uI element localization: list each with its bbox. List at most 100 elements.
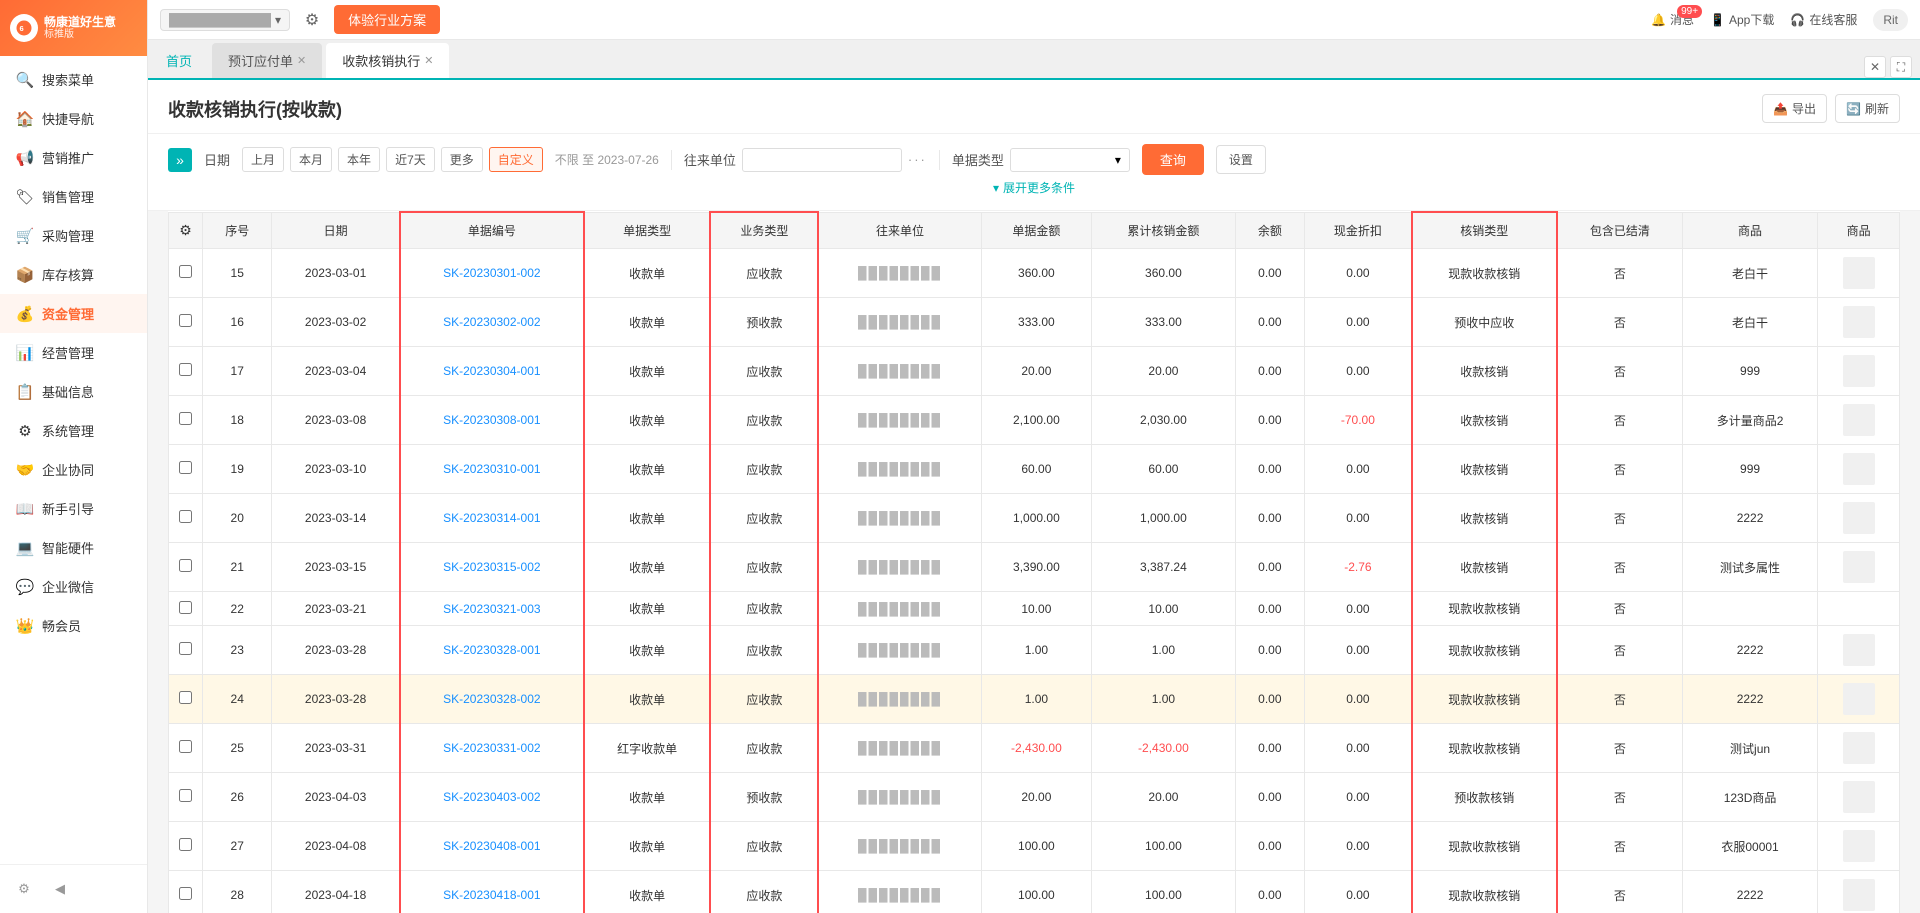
sidebar-item-guide[interactable]: 📖 新手引导: [0, 489, 147, 528]
row-product2: [1818, 871, 1900, 913]
date-last7[interactable]: 近7天: [386, 147, 435, 172]
date-more[interactable]: 更多: [441, 147, 483, 172]
row-bill-no[interactable]: SK-20230331-002: [400, 724, 584, 773]
sidebar-item-operation[interactable]: 📊 经营管理: [0, 333, 147, 372]
table-row[interactable]: 24 2023-03-28 SK-20230328-002 收款单 应收款 ██…: [169, 675, 1900, 724]
app-download-btn[interactable]: 📱 App下载: [1710, 11, 1774, 28]
sidebar-item-wechat[interactable]: 💬 企业微信: [0, 567, 147, 606]
row-bill-no[interactable]: SK-20230310-001: [400, 445, 584, 494]
row-checkbox[interactable]: [169, 249, 203, 298]
sidebar-item-inventory[interactable]: 📦 库存核算: [0, 255, 147, 294]
filter-settings-btn[interactable]: 设置: [1216, 145, 1266, 174]
sidebar-item-sales[interactable]: 🏷 销售管理: [0, 177, 147, 216]
export-btn[interactable]: 📤 导出: [1762, 94, 1827, 123]
table-row[interactable]: 17 2023-03-04 SK-20230304-001 收款单 应收款 ██…: [169, 347, 1900, 396]
row-bill-no[interactable]: SK-20230328-001: [400, 626, 584, 675]
sidebar-item-finance[interactable]: 💰 资金管理: [0, 294, 147, 333]
row-bill-no[interactable]: SK-20230408-001: [400, 822, 584, 871]
table-row[interactable]: 22 2023-03-21 SK-20230321-003 收款单 应收款 ██…: [169, 592, 1900, 626]
settings-bottom-icon[interactable]: ⚙: [10, 875, 38, 903]
row-checkbox[interactable]: [169, 773, 203, 822]
sidebar-item-quick-nav[interactable]: 🏠 快捷导航: [0, 99, 147, 138]
row-checkbox[interactable]: [169, 298, 203, 347]
online-service-btn[interactable]: 🎧 在线客服: [1790, 11, 1857, 28]
row-bill-no[interactable]: SK-20230403-002: [400, 773, 584, 822]
row-checkbox[interactable]: [169, 724, 203, 773]
collapse-icon[interactable]: ◀: [46, 875, 74, 903]
inventory-icon: 📦: [16, 266, 34, 284]
row-checkbox[interactable]: [169, 347, 203, 396]
row-cancel-type: 现款收款核销: [1412, 871, 1557, 913]
table-row[interactable]: 23 2023-03-28 SK-20230328-001 收款单 应收款 ██…: [169, 626, 1900, 675]
table-row[interactable]: 15 2023-03-01 SK-20230301-002 收款单 应收款 ██…: [169, 249, 1900, 298]
sidebar-item-system[interactable]: ⚙ 系统管理: [0, 411, 147, 450]
table-row[interactable]: 26 2023-04-03 SK-20230403-002 收款单 预收款 ██…: [169, 773, 1900, 822]
row-checkbox[interactable]: [169, 396, 203, 445]
row-checkbox[interactable]: [169, 626, 203, 675]
row-partner: ████████: [818, 543, 981, 592]
date-prev-month[interactable]: 上月: [242, 147, 284, 172]
nav-tabs: 首页 预订应付单 ✕ 收款核销执行 ✕ ✕ ⛶: [148, 40, 1920, 80]
table-container[interactable]: ⚙ 序号 日期 单据编号 单据类型 业务类型 往来单位 单据金额 累计核销金额 …: [148, 211, 1920, 913]
row-checkbox[interactable]: [169, 543, 203, 592]
tab-payable[interactable]: 预订应付单 ✕: [212, 43, 322, 78]
expand-conditions-btn[interactable]: ▾ 展开更多条件: [993, 179, 1075, 196]
tab-close-ctrl[interactable]: ✕: [1864, 56, 1886, 78]
row-bill-no[interactable]: SK-20230314-001: [400, 494, 584, 543]
tab-receipt[interactable]: 收款核销执行 ✕: [326, 43, 449, 78]
tab-receipt-close[interactable]: ✕: [424, 54, 433, 67]
table-row[interactable]: 27 2023-04-08 SK-20230408-001 收款单 应收款 ██…: [169, 822, 1900, 871]
row-bill-amount: 2,100.00: [981, 396, 1092, 445]
row-cash-discount: 0.00: [1305, 592, 1412, 626]
row-checkbox[interactable]: [169, 592, 203, 626]
row-product: 999: [1682, 347, 1817, 396]
row-bill-no[interactable]: SK-20230328-002: [400, 675, 584, 724]
row-bill-no[interactable]: SK-20230308-001: [400, 396, 584, 445]
notification-btn[interactable]: 🔔 消息 99+: [1651, 11, 1694, 28]
workspace-selector[interactable]: ████████████ ▾: [160, 9, 290, 31]
sidebar-item-corp[interactable]: 🤝 企业协同: [0, 450, 147, 489]
sidebar-item-basic[interactable]: 📋 基础信息: [0, 372, 147, 411]
row-bill-no[interactable]: SK-20230418-001: [400, 871, 584, 913]
tab-maximize-ctrl[interactable]: ⛶: [1890, 56, 1912, 78]
date-this-month[interactable]: 本月: [290, 147, 332, 172]
date-this-year[interactable]: 本年: [338, 147, 380, 172]
row-checkbox[interactable]: [169, 494, 203, 543]
row-bill-no[interactable]: SK-20230321-003: [400, 592, 584, 626]
row-checkbox[interactable]: [169, 822, 203, 871]
bill-type-select[interactable]: ▾: [1010, 148, 1130, 172]
table-row[interactable]: 21 2023-03-15 SK-20230315-002 收款单 应收款 ██…: [169, 543, 1900, 592]
table-row[interactable]: 25 2023-03-31 SK-20230331-002 红字收款单 应收款 …: [169, 724, 1900, 773]
sidebar-item-member[interactable]: 👑 畅会员: [0, 606, 147, 645]
partner-input[interactable]: [742, 148, 902, 172]
sidebar-item-purchase[interactable]: 🛒 采购管理: [0, 216, 147, 255]
tab-home[interactable]: 首页: [150, 43, 208, 78]
sidebar-item-hardware[interactable]: 💻 智能硬件: [0, 528, 147, 567]
table-row[interactable]: 16 2023-03-02 SK-20230302-002 收款单 预收款 ██…: [169, 298, 1900, 347]
table-row[interactable]: 20 2023-03-14 SK-20230314-001 收款单 应收款 ██…: [169, 494, 1900, 543]
row-bill-no[interactable]: SK-20230304-001: [400, 347, 584, 396]
th-settings[interactable]: ⚙: [169, 212, 203, 249]
date-custom[interactable]: 自定义: [489, 147, 543, 172]
refresh-btn[interactable]: 🔄 刷新: [1835, 94, 1900, 123]
query-btn[interactable]: 查询: [1142, 144, 1204, 175]
filter-expand-icon[interactable]: »: [168, 148, 192, 172]
table-row[interactable]: 28 2023-04-18 SK-20230418-001 收款单 应收款 ██…: [169, 871, 1900, 913]
row-bill-no[interactable]: SK-20230302-002: [400, 298, 584, 347]
row-checkbox[interactable]: [169, 675, 203, 724]
row-checkbox[interactable]: [169, 871, 203, 913]
settings-icon[interactable]: ⚙: [298, 6, 326, 34]
refresh-icon: 🔄: [1846, 102, 1861, 116]
table-row[interactable]: 19 2023-03-10 SK-20230310-001 收款单 应收款 ██…: [169, 445, 1900, 494]
industry-btn[interactable]: 体验行业方案: [334, 5, 440, 34]
sidebar-item-marketing[interactable]: 📢 营销推广: [0, 138, 147, 177]
row-bill-no[interactable]: SK-20230301-002: [400, 249, 584, 298]
row-product2: [1818, 396, 1900, 445]
row-product: 2222: [1682, 494, 1817, 543]
tab-payable-close[interactable]: ✕: [297, 54, 306, 67]
user-avatar[interactable]: Rit: [1873, 9, 1908, 31]
row-bill-no[interactable]: SK-20230315-002: [400, 543, 584, 592]
table-row[interactable]: 18 2023-03-08 SK-20230308-001 收款单 应收款 ██…: [169, 396, 1900, 445]
sidebar-item-search[interactable]: 🔍 搜索菜单: [0, 60, 147, 99]
row-checkbox[interactable]: [169, 445, 203, 494]
